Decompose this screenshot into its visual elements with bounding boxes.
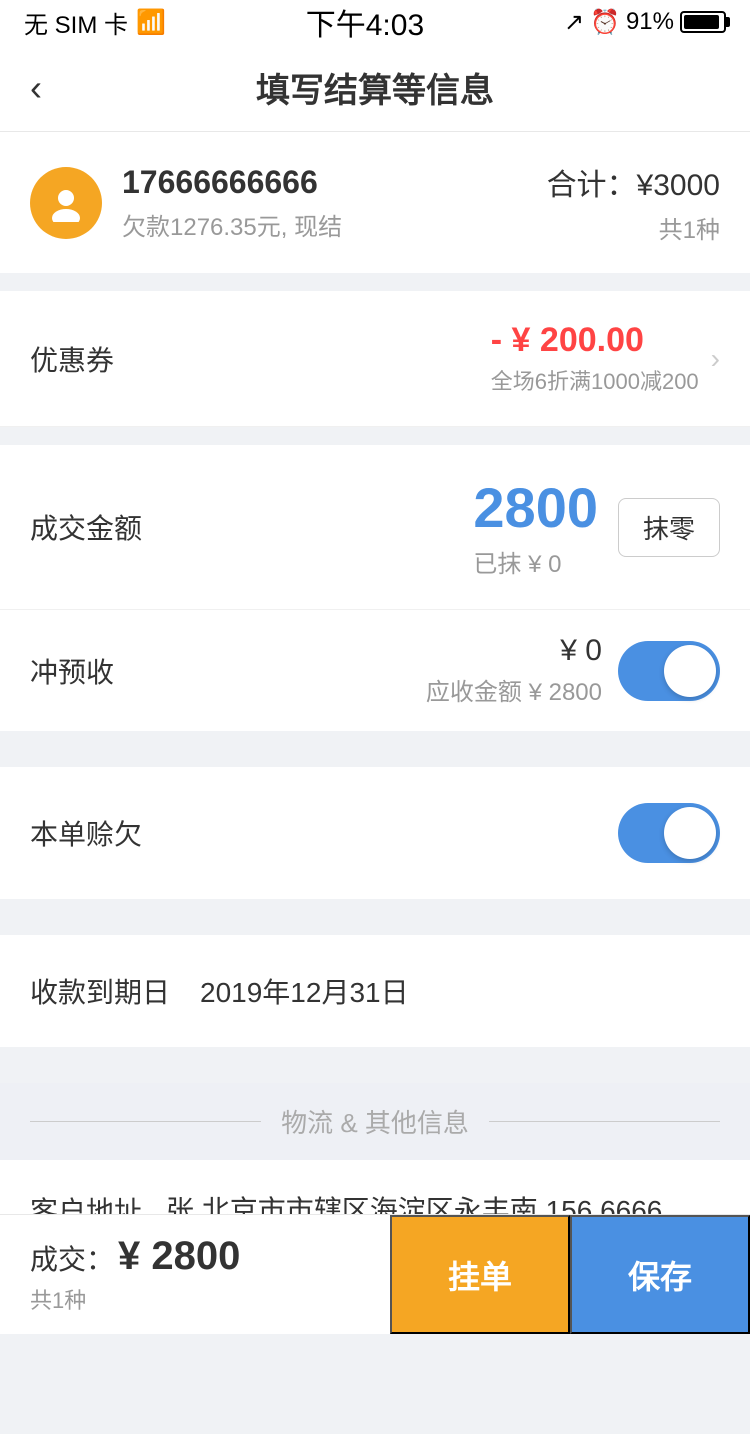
status-time: 下午4:03	[306, 0, 424, 44]
debt-row: 本单赊欠	[0, 767, 750, 899]
amount-row: 成交金额 2800 已抹 ¥ 0 抹零	[0, 445, 750, 609]
precharge-amount-block: ¥ 0 应收金额 ¥ 2800	[426, 634, 602, 707]
gap-2	[0, 749, 750, 767]
battery-icon	[680, 11, 726, 33]
coupon-row[interactable]: 优惠券 - ¥ 200.00 全场6折满1000减200 ›	[0, 291, 750, 427]
amount-label: 成交金额	[30, 507, 142, 547]
precharge-row: 冲预收 ¥ 0 应收金额 ¥ 2800	[0, 609, 750, 731]
location-icon: ↗	[564, 8, 584, 37]
bottom-info: 成交： ¥ 2800 共1种	[0, 1234, 390, 1315]
alarm-icon: ⏰	[590, 8, 620, 37]
customer-sub: 欠款1276.35元, 现结	[122, 207, 547, 242]
total-sub: 共1种	[547, 210, 720, 245]
gap-1	[0, 427, 750, 445]
page-title: 填写结算等信息	[256, 63, 494, 112]
divider-text: 物流 & 其他信息	[261, 1103, 489, 1140]
divider-line-right	[489, 1121, 720, 1122]
coupon-right: - ¥ 200.00 全场6折满1000减200 ›	[491, 321, 720, 396]
sim-signal: 无 SIM 卡	[24, 5, 128, 40]
customer-info: 17666666666 欠款1276.35元, 现结	[122, 164, 547, 242]
precharge-right: ¥ 0 应收金额 ¥ 2800	[426, 634, 720, 707]
coupon-value: - ¥ 200.00	[491, 321, 699, 360]
amount-block: 2800 已抹 ¥ 0	[473, 475, 598, 579]
toggle-knob	[664, 645, 716, 697]
bottom-deal-row: 成交： ¥ 2800	[30, 1234, 360, 1279]
status-bar: 无 SIM 卡 📶 下午4:03 ↗ ⏰ 91%	[0, 0, 750, 44]
bottom-deal-amount: ¥ 2800	[118, 1234, 240, 1279]
debt-label: 本单赊欠	[30, 813, 142, 853]
back-button[interactable]: ‹	[30, 67, 42, 109]
customer-avatar	[30, 167, 102, 239]
divider-line-left	[30, 1121, 261, 1122]
gap-4	[0, 1065, 750, 1083]
debt-toggle-knob	[664, 807, 716, 859]
coupon-chevron: ›	[711, 343, 720, 375]
gap-3	[0, 917, 750, 935]
hang-button[interactable]: 挂单	[390, 1215, 570, 1334]
coupon-label: 优惠券	[30, 339, 114, 379]
save-button[interactable]: 保存	[570, 1215, 750, 1334]
bottom-deal-sub: 共1种	[30, 1283, 360, 1315]
duedate-row: 收款到期日 2019年12月31日	[0, 935, 750, 1047]
customer-total: 合计：¥3000 共1种	[547, 160, 720, 245]
precharge-label: 冲预收	[30, 651, 114, 691]
round-button[interactable]: 抹零	[618, 498, 720, 557]
customer-row: 17666666666 欠款1276.35元, 现结 合计：¥3000 共1种	[0, 132, 750, 273]
bottom-deal-label: 成交：	[30, 1238, 114, 1278]
amount-section: 成交金额 2800 已抹 ¥ 0 抹零 冲预收 ¥ 0 应收金额 ¥ 2800	[0, 445, 750, 731]
section-divider: 物流 & 其他信息	[0, 1083, 750, 1160]
coupon-value-block: - ¥ 200.00 全场6折满1000减200	[491, 321, 699, 396]
duedate-value: 2019年12月31日	[200, 971, 409, 1011]
status-left: 无 SIM 卡 📶	[24, 5, 166, 40]
precharge-amount: ¥ 0	[426, 634, 602, 668]
precharge-toggle[interactable]	[618, 641, 720, 701]
amount-right: 2800 已抹 ¥ 0 抹零	[473, 475, 720, 579]
bottom-bar: 成交： ¥ 2800 共1种 挂单 保存	[0, 1214, 750, 1334]
total-amount: 合计：¥3000	[547, 160, 720, 204]
customer-phone: 17666666666	[122, 164, 547, 201]
precharge-sub: 应收金额 ¥ 2800	[426, 672, 602, 707]
wifi-icon: 📶	[136, 8, 166, 37]
coupon-desc: 全场6折满1000减200	[491, 364, 699, 396]
duedate-label: 收款到期日	[30, 971, 170, 1011]
amount-sub: 已抹 ¥ 0	[473, 544, 598, 579]
battery-percent: 91%	[626, 8, 674, 36]
amount-number: 2800	[473, 475, 598, 540]
status-right: ↗ ⏰ 91%	[564, 8, 726, 37]
debt-toggle[interactable]	[618, 803, 720, 863]
nav-bar: ‹ 填写结算等信息	[0, 44, 750, 132]
